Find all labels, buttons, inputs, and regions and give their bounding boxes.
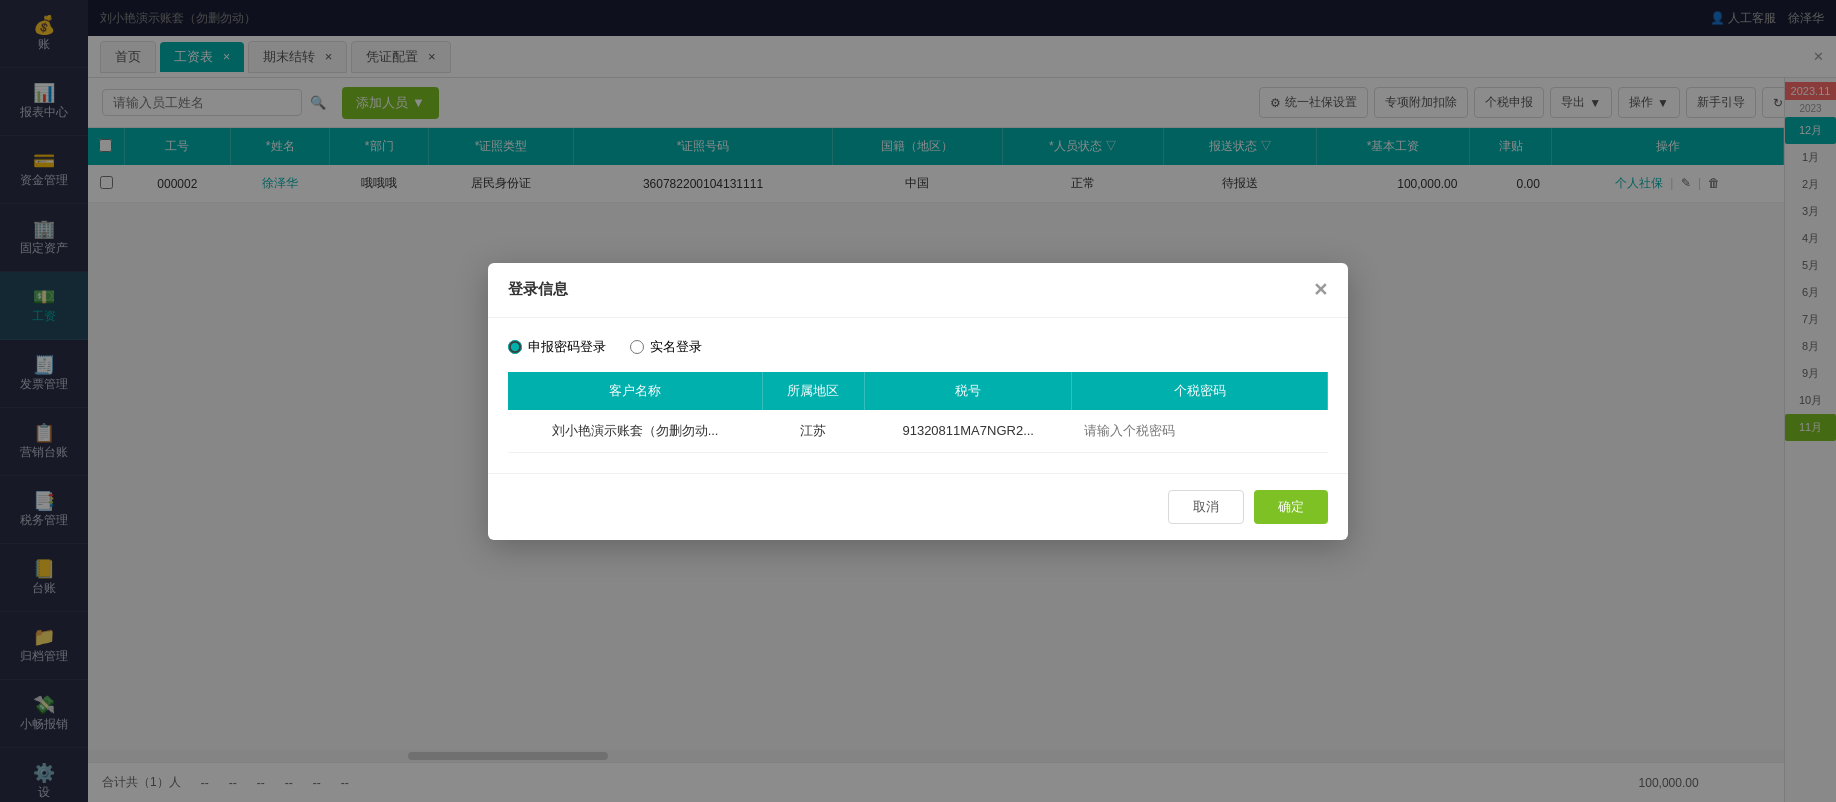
- radio-realname[interactable]: [630, 340, 644, 354]
- modal-title: 登录信息: [508, 280, 568, 299]
- confirm-button[interactable]: 确定: [1254, 490, 1328, 524]
- modal-inner-table: 客户名称 所属地区 税号 个税密码 刘小艳演示账套（勿删勿动... 江苏 913…: [508, 372, 1328, 453]
- radio-password-label[interactable]: 申报密码登录: [508, 338, 606, 356]
- modal-header: 登录信息 ✕: [488, 263, 1348, 318]
- modal-col-taxpwd: 个税密码: [1072, 372, 1328, 410]
- cancel-button[interactable]: 取消: [1168, 490, 1244, 524]
- modal-close-icon[interactable]: ✕: [1313, 279, 1328, 301]
- modal-col-client: 客户名称: [508, 372, 762, 410]
- modal-overlay: 登录信息 ✕ 申报密码登录 实名登录 客户名称 所属地区: [0, 0, 1836, 802]
- modal-col-taxno: 税号: [865, 372, 1072, 410]
- radio-password[interactable]: [508, 340, 522, 354]
- modal-cell-taxno: 91320811MA7NGR2...: [865, 410, 1072, 453]
- tax-password-input[interactable]: [1084, 423, 1316, 438]
- modal-footer: 取消 确定: [488, 473, 1348, 540]
- radio-realname-label[interactable]: 实名登录: [630, 338, 702, 356]
- login-info-modal: 登录信息 ✕ 申报密码登录 实名登录 客户名称 所属地区: [488, 263, 1348, 540]
- modal-col-region: 所属地区: [762, 372, 865, 410]
- modal-body: 申报密码登录 实名登录 客户名称 所属地区 税号 个税密码: [488, 318, 1348, 473]
- modal-table-row: 刘小艳演示账套（勿删勿动... 江苏 91320811MA7NGR2...: [508, 410, 1328, 453]
- modal-cell-taxpwd[interactable]: [1072, 410, 1328, 453]
- login-method-radio-group: 申报密码登录 实名登录: [508, 338, 1328, 356]
- modal-cell-client: 刘小艳演示账套（勿删勿动...: [508, 410, 762, 453]
- modal-cell-region: 江苏: [762, 410, 865, 453]
